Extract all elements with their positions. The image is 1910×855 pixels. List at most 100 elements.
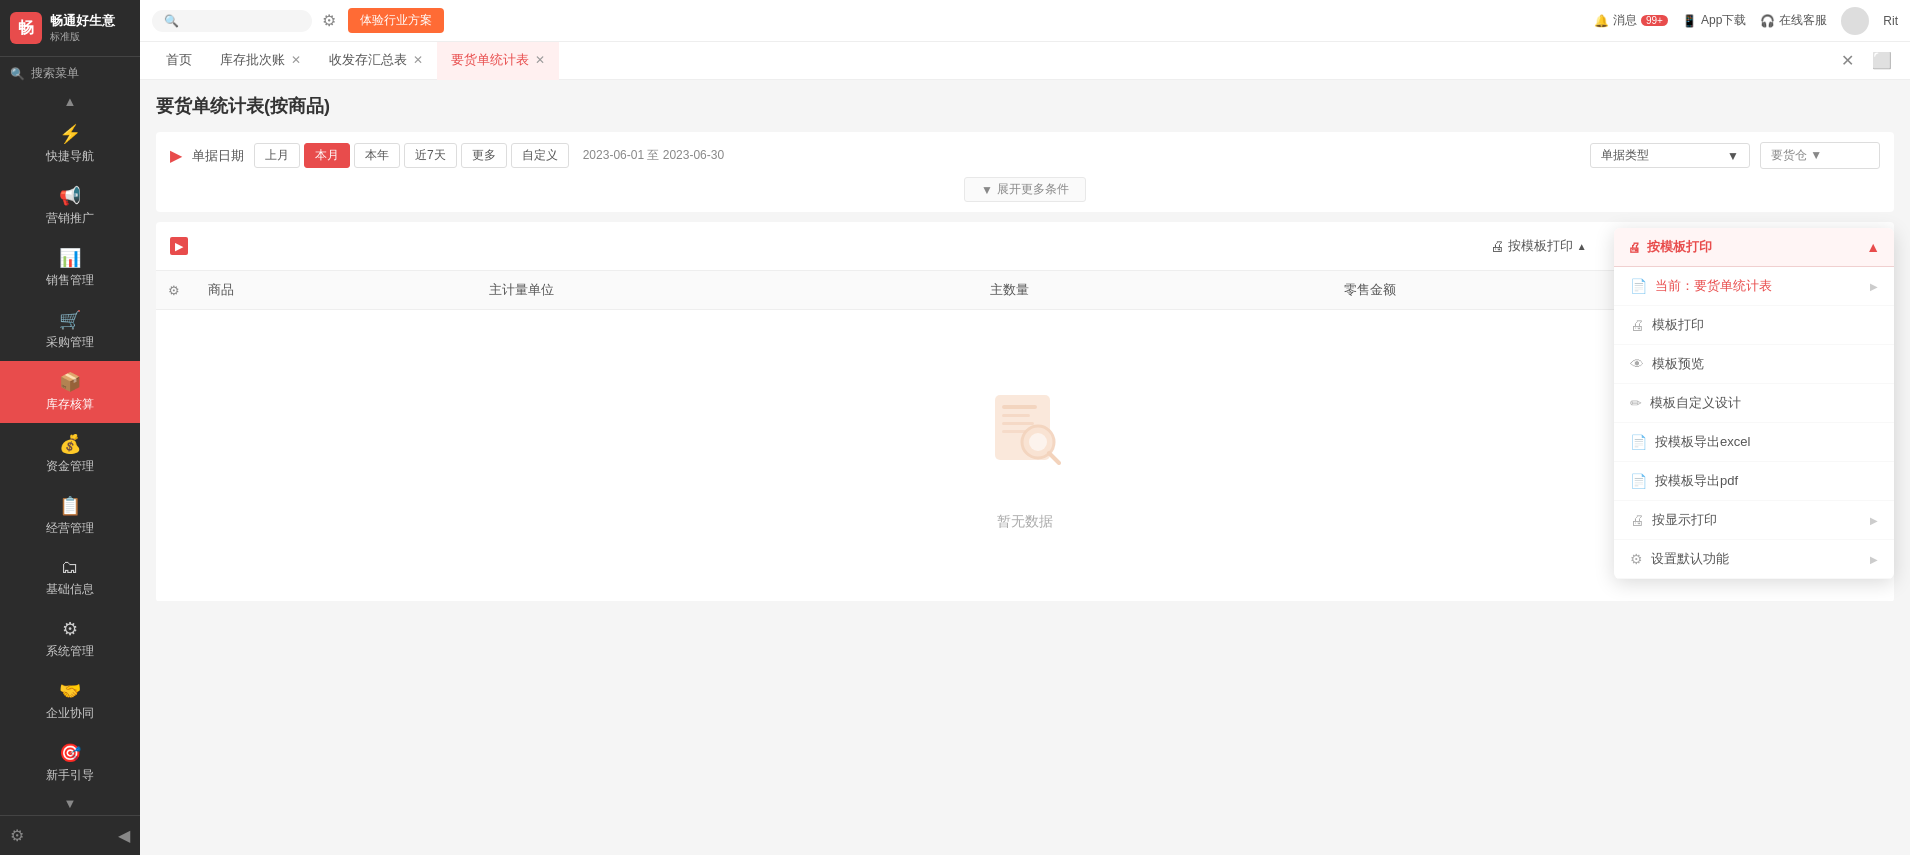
- close-all-tabs-btn[interactable]: ✕: [1835, 49, 1860, 72]
- print-icon: 🖨: [1490, 238, 1504, 254]
- template-print-item[interactable]: 🖨 模板打印: [1614, 306, 1894, 345]
- date-btn-custom[interactable]: 自定义: [511, 143, 569, 168]
- empty-text: 暂无数据: [997, 513, 1053, 531]
- dropdown-title: 按模板打印: [1647, 238, 1712, 256]
- tab-summary[interactable]: 收发存汇总表 ✕: [315, 42, 437, 80]
- close-tab-order-stats[interactable]: ✕: [535, 53, 545, 67]
- sidebar-item-guide[interactable]: 🎯 新手引导: [0, 732, 140, 792]
- svg-line-7: [1049, 453, 1059, 463]
- sidebar-item-cooperation[interactable]: 🤝 企业协同: [0, 670, 140, 732]
- toolbar-expand-btn[interactable]: ▶: [170, 237, 188, 255]
- current-template-label: 当前：要货单统计表: [1655, 277, 1772, 295]
- tabs-bar: 首页 库存批次账 ✕ 收发存汇总表 ✕ 要货单统计表 ✕ ✕ ⬜: [140, 42, 1910, 80]
- username[interactable]: Rit: [1883, 14, 1898, 28]
- page-title: 要货单统计表(按商品): [156, 94, 1894, 118]
- sales-icon: 📊: [59, 247, 81, 269]
- app-title: 畅通好生意: [50, 13, 115, 30]
- table-settings-icon[interactable]: ⚙: [168, 283, 180, 298]
- toolbar-left: ▶: [170, 237, 188, 255]
- sidebar-item-marketing[interactable]: 📢 营销推广: [0, 175, 140, 237]
- current-template-icon: 📄: [1630, 278, 1647, 294]
- settings-footer-icon[interactable]: ⚙: [10, 826, 24, 845]
- print-btn[interactable]: 🖨 按模板打印 ▲: [1482, 233, 1595, 259]
- chevron-up-icon[interactable]: ▲: [1866, 239, 1880, 255]
- export-pdf-label: 按模板导出pdf: [1655, 472, 1738, 490]
- sidebar-item-system[interactable]: ⚙ 系统管理: [0, 608, 140, 670]
- sidebar-item-quick-nav[interactable]: ⚡ 快捷导航: [0, 113, 140, 175]
- expand-tabs-btn[interactable]: ⬜: [1866, 49, 1898, 72]
- sidebar-nav: ⚡ 快捷导航 📢 营销推广 📊 销售管理 🛒 采购管理 📦 库存核算 💰 资金管…: [0, 113, 140, 792]
- expand-conditions-btn[interactable]: ▼ 展开更多条件: [964, 177, 1086, 202]
- template-print-icon: 🖨: [1630, 317, 1644, 333]
- search-label: 搜索菜单: [31, 65, 79, 82]
- filter-bar: ▶ 单据日期 上月 本月 本年 近7天 更多 自定义 2023-06-01 至 …: [156, 132, 1894, 212]
- display-print-icon: 🖨: [1630, 512, 1644, 528]
- filter-row: ▶ 单据日期 上月 本月 本年 近7天 更多 自定义 2023-06-01 至 …: [170, 142, 1880, 169]
- default-settings-arrow: ▶: [1870, 554, 1878, 565]
- order-category-filter[interactable]: 要货仓 ▼: [1760, 142, 1880, 169]
- current-template-item[interactable]: 📄 当前：要货单统计表 ▶: [1614, 267, 1894, 306]
- page-content: 要货单统计表(按商品) ▶ 单据日期 上月 本月 本年 近7天 更多 自定义 2…: [140, 80, 1910, 855]
- col-qty: 主数量: [978, 271, 1332, 310]
- date-btn-prev-month[interactable]: 上月: [254, 143, 300, 168]
- topbar-right: 🔔 消息 99+ 📱 App下载 🎧 在线客服 Rit: [1594, 7, 1898, 35]
- sidebar-item-finance[interactable]: 💰 资金管理: [0, 423, 140, 485]
- sidebar-item-operations[interactable]: 📋 经营管理: [0, 485, 140, 547]
- sidebar-item-inventory[interactable]: 📦 库存核算: [0, 361, 140, 423]
- sidebar-item-sales[interactable]: 📊 销售管理: [0, 237, 140, 299]
- cooperation-icon: 🤝: [59, 680, 81, 702]
- topbar-search-icon: 🔍: [164, 14, 179, 28]
- tab-home[interactable]: 首页: [152, 42, 206, 80]
- sidebar-item-label: 快捷导航: [46, 148, 94, 165]
- notifications-btn[interactable]: 🔔 消息 99+: [1594, 12, 1668, 29]
- topbar-search[interactable]: 🔍: [152, 10, 312, 32]
- export-pdf-item[interactable]: 📄 按模板导出pdf: [1614, 462, 1894, 501]
- app-download-btn[interactable]: 📱 App下载: [1682, 12, 1746, 29]
- svg-rect-2: [1002, 414, 1030, 417]
- date-btn-this-year[interactable]: 本年: [354, 143, 400, 168]
- dropdown-title-area: 🖨 按模板打印: [1628, 238, 1712, 256]
- select-arrow-icon: ▼: [1727, 149, 1739, 163]
- template-design-item[interactable]: ✏ 模板自定义设计: [1614, 384, 1894, 423]
- sidebar-item-label: 基础信息: [46, 581, 94, 598]
- system-icon: ⚙: [62, 618, 78, 640]
- default-settings-label: 设置默认功能: [1651, 550, 1729, 568]
- tab-inventory-batch[interactable]: 库存批次账 ✕: [206, 42, 315, 80]
- operations-icon: 📋: [59, 495, 81, 517]
- sidebar-item-purchase[interactable]: 🛒 采购管理: [0, 299, 140, 361]
- close-tab-summary[interactable]: ✕: [413, 53, 423, 67]
- sidebar-item-label: 企业协同: [46, 705, 94, 722]
- template-design-icon: ✏: [1630, 395, 1642, 411]
- export-excel-item[interactable]: 📄 按模板导出excel: [1614, 423, 1894, 462]
- svg-rect-3: [1002, 422, 1034, 425]
- doc-type-select[interactable]: 单据类型 ▼: [1590, 143, 1750, 168]
- current-template-arrow: ▶: [1870, 281, 1878, 292]
- filter-expand-icon[interactable]: ▶: [170, 146, 182, 165]
- display-print-label: 按显示打印: [1652, 511, 1717, 529]
- sidebar-item-label: 资金管理: [46, 458, 94, 475]
- template-preview-item[interactable]: 👁 模板预览: [1614, 345, 1894, 384]
- default-settings-item[interactable]: ⚙ 设置默认功能 ▶: [1614, 540, 1894, 579]
- svg-rect-1: [1002, 405, 1037, 409]
- printer-header-icon: 🖨: [1628, 240, 1641, 255]
- close-tab-inventory-batch[interactable]: ✕: [291, 53, 301, 67]
- sidebar-item-basic[interactable]: 🗂 基础信息: [0, 547, 140, 608]
- tab-order-stats[interactable]: 要货单统计表 ✕: [437, 42, 559, 80]
- date-btn-7days[interactable]: 近7天: [404, 143, 457, 168]
- service-icon: 🎧: [1760, 14, 1775, 28]
- online-service-btn[interactable]: 🎧 在线客服: [1760, 12, 1827, 29]
- scroll-up-btn[interactable]: ▲: [0, 90, 140, 113]
- tabs-right-controls: ✕ ⬜: [1835, 49, 1898, 72]
- date-filter-label: 单据日期: [192, 147, 244, 165]
- avatar[interactable]: [1841, 7, 1869, 35]
- bell-icon: 🔔: [1594, 14, 1609, 28]
- display-print-item[interactable]: 🖨 按显示打印 ▶: [1614, 501, 1894, 540]
- scroll-down-btn[interactable]: ▼: [0, 792, 140, 815]
- sidebar: 畅 畅通好生意 标准版 🔍 搜索菜单 ▲ ⚡ 快捷导航 📢 营销推广 📊 销售管…: [0, 0, 140, 855]
- trial-button[interactable]: 体验行业方案: [348, 8, 444, 33]
- topbar-gear-icon[interactable]: ⚙: [322, 11, 336, 30]
- date-btn-more[interactable]: 更多: [461, 143, 507, 168]
- sidebar-search[interactable]: 🔍 搜索菜单: [0, 57, 140, 90]
- collapse-icon[interactable]: ◀: [118, 826, 130, 845]
- date-btn-this-month[interactable]: 本月: [304, 143, 350, 168]
